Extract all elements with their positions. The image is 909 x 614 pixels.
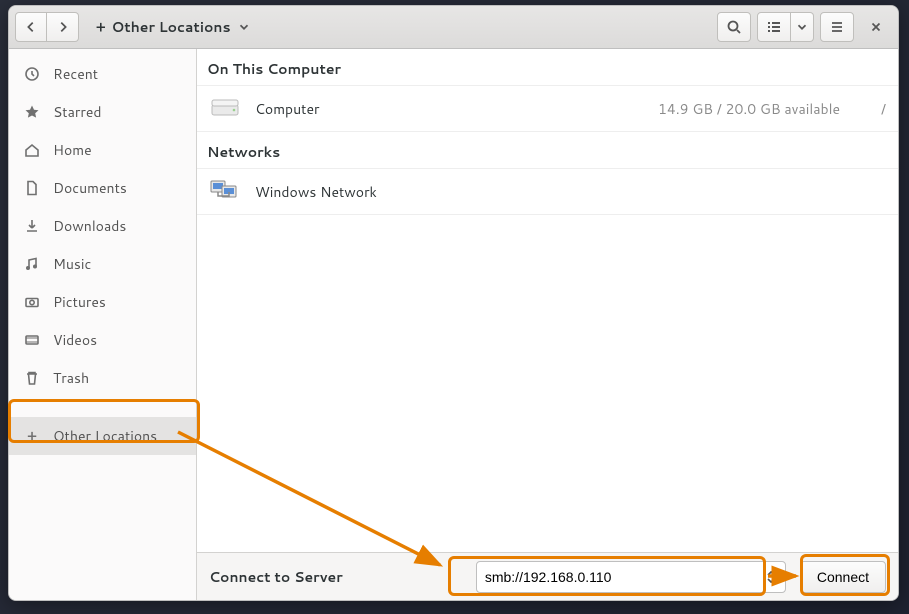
chevron-down-icon: [237, 20, 251, 34]
row-label: Windows Network: [255, 182, 886, 202]
sidebar-item-label: Home: [53, 140, 92, 160]
list-icon: [766, 19, 782, 35]
hamburger-menu-button[interactable]: [820, 12, 854, 42]
sidebar-item-label: Documents: [53, 178, 127, 198]
plus-icon: +: [96, 17, 106, 37]
updown-icon[interactable]: [763, 569, 779, 585]
sidebar-item-music[interactable]: Music: [9, 245, 196, 283]
view-options-button[interactable]: [791, 12, 814, 42]
pathbar[interactable]: + Other Locations: [85, 12, 262, 42]
sidebar-item-label: Other Locations: [53, 426, 157, 446]
server-address-input[interactable]: [485, 569, 763, 585]
sidebar-item-home[interactable]: Home: [9, 131, 196, 169]
close-icon: [869, 20, 883, 34]
back-button[interactable]: [15, 12, 47, 42]
sidebar-item-label: Music: [53, 254, 91, 274]
windows-network-row[interactable]: Windows Network: [197, 169, 898, 215]
pathbar-label: Other Locations: [112, 17, 231, 37]
sidebar-item-label: Starred: [53, 102, 102, 122]
hamburger-icon: [829, 19, 845, 35]
connect-label: Connect to Server: [209, 567, 343, 587]
search-button[interactable]: [717, 12, 751, 42]
sidebar-item-starred[interactable]: Starred: [9, 93, 196, 131]
sidebar-item-videos[interactable]: Videos: [9, 321, 196, 359]
network-icon: [209, 180, 241, 204]
sidebar-item-documents[interactable]: Documents: [9, 169, 196, 207]
star-icon: [23, 104, 41, 120]
list-view-button[interactable]: [757, 12, 791, 42]
sidebar-item-recent[interactable]: Recent: [9, 55, 196, 93]
clock-icon: [23, 66, 41, 82]
search-icon: [726, 19, 742, 35]
plus-icon: +: [23, 426, 41, 446]
main-content: On This Computer Computer 14.9 GB / 20.0…: [197, 49, 898, 600]
section-title-networks: Networks: [197, 132, 898, 169]
home-icon: [23, 142, 41, 158]
computer-row[interactable]: Computer 14.9 GB / 20.0 GB available /: [197, 86, 898, 132]
close-button[interactable]: [860, 12, 892, 42]
view-switcher: [757, 12, 814, 42]
chevron-right-icon: [56, 20, 70, 34]
server-address-entry[interactable]: [476, 561, 786, 593]
forward-button[interactable]: [47, 12, 79, 42]
sidebar-item-other-locations[interactable]: + Other Locations: [9, 417, 196, 455]
sidebar-item-label: Pictures: [53, 292, 106, 312]
chevron-down-icon: [795, 20, 809, 34]
drive-icon: [209, 99, 241, 119]
sidebar-item-label: Downloads: [53, 216, 126, 236]
sidebar-item-trash[interactable]: Trash: [9, 359, 196, 397]
row-path: /: [862, 99, 886, 119]
section-title-computer: On This Computer: [197, 49, 898, 86]
row-label: Computer: [255, 99, 644, 119]
chevron-left-icon: [24, 20, 38, 34]
sidebar-item-label: Trash: [53, 368, 89, 388]
sidebar: Recent Starred Home Documents Downloads …: [9, 49, 197, 600]
download-icon: [23, 218, 41, 234]
document-icon: [23, 180, 41, 196]
sidebar-item-label: Recent: [53, 64, 98, 84]
video-icon: [23, 332, 41, 348]
nav-buttons: [15, 12, 79, 42]
headerbar: + Other Locations: [9, 6, 898, 49]
music-icon: [23, 256, 41, 272]
camera-icon: [23, 294, 41, 310]
sidebar-item-downloads[interactable]: Downloads: [9, 207, 196, 245]
trash-icon: [23, 370, 41, 386]
sidebar-item-pictures[interactable]: Pictures: [9, 283, 196, 321]
connect-to-server-bar: Connect to Server Connect: [197, 552, 898, 600]
sidebar-item-label: Videos: [53, 330, 97, 350]
connect-button[interactable]: Connect: [800, 561, 886, 593]
row-info: 14.9 GB / 20.0 GB available: [658, 99, 840, 119]
